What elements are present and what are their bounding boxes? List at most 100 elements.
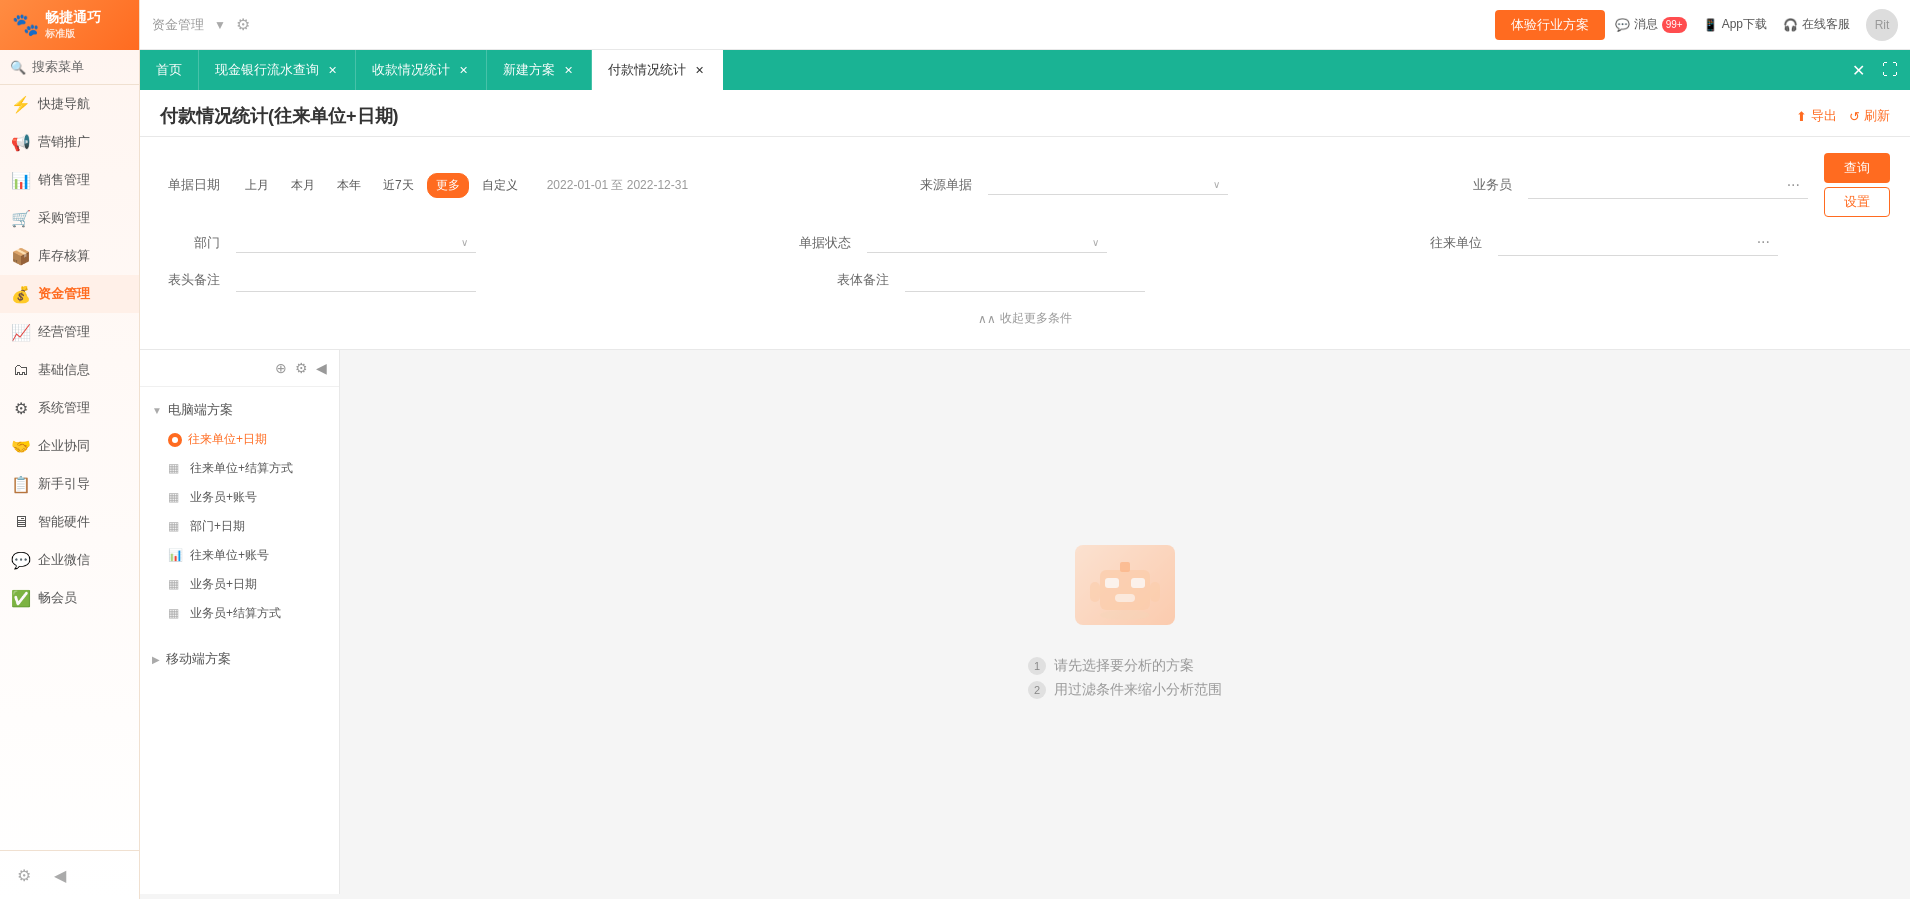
collapse-label: 收起更多条件 <box>1000 310 1072 327</box>
scheme-item-partner-account[interactable]: 📊往来单位+账号 <box>140 541 339 570</box>
fullscreen-btn[interactable]: ⛶ <box>1878 58 1902 82</box>
sidebar-label-wechat: 企业微信 <box>38 551 90 569</box>
desktop-scheme-label: 电脑端方案 <box>168 401 233 419</box>
sidebar-label-marketing: 营销推广 <box>38 133 90 151</box>
add-scheme-btn[interactable]: ⊕ <box>275 360 287 376</box>
setting-button[interactable]: 设置 <box>1824 187 1890 217</box>
mobile-scheme-header[interactable]: ▶ 移动端方案 <box>140 644 339 674</box>
tab-label-home: 首页 <box>156 61 182 79</box>
doc-status-select[interactable]: ∨ <box>867 233 1107 253</box>
svg-rect-1 <box>1105 578 1119 588</box>
last-month-btn[interactable]: 上月 <box>236 173 278 198</box>
sidebar-item-inventory[interactable]: 📦 库存核算 <box>0 237 139 275</box>
tab-new-plan[interactable]: 新建方案✕ <box>487 50 592 90</box>
scheme-radio-partner-date <box>168 433 182 447</box>
sidebar-item-system[interactable]: ⚙ 系统管理 <box>0 389 139 427</box>
sidebar-icon-marketing: 📢 <box>12 133 30 151</box>
panel-collapse-btn[interactable]: ◀ <box>316 360 327 376</box>
messages-badge: 99+ <box>1662 17 1687 33</box>
sidebar-label-guide: 新手引导 <box>38 475 90 493</box>
sidebar-item-member[interactable]: ✅ 畅会员 <box>0 579 139 617</box>
sidebar-label-purchase: 采购管理 <box>38 209 90 227</box>
topbar-breadcrumb: 资金管理 <box>152 16 204 34</box>
online-service-action[interactable]: 🎧 在线客服 <box>1783 16 1850 33</box>
page-header-actions: ⬆ 导出 ↺ 刷新 <box>1796 107 1890 125</box>
sidebar-icon-system: ⚙ <box>12 399 30 417</box>
export-button[interactable]: ⬆ 导出 <box>1796 107 1837 125</box>
sidebar-item-wechat[interactable]: 💬 企业微信 <box>0 541 139 579</box>
sidebar-item-quick-nav[interactable]: ⚡ 快捷导航 <box>0 85 139 123</box>
sidebar-item-smart-hw[interactable]: 🖥 智能硬件 <box>0 503 139 541</box>
sidebar-label-quick-nav: 快捷导航 <box>38 95 90 113</box>
salesperson-ellipsis-icon[interactable]: ··· <box>1787 176 1800 194</box>
sidebar-item-purchase[interactable]: 🛒 采购管理 <box>0 199 139 237</box>
tab-close-new-plan[interactable]: ✕ <box>561 63 575 77</box>
tab-label-receipts: 收款情况统计 <box>372 61 450 79</box>
sidebar-icon-guide: 📋 <box>12 475 30 493</box>
empty-state: 1 请先选择要分析的方案 2 用过滤条件来缩小分析范围 <box>340 350 1910 894</box>
tab-payment-stats[interactable]: 付款情况统计✕ <box>592 50 723 90</box>
body-remark-input[interactable] <box>905 268 1145 292</box>
partner-select[interactable]: ··· <box>1498 229 1778 256</box>
app-download-action[interactable]: 📱 App下载 <box>1703 16 1767 33</box>
more-btn[interactable]: 更多 <box>427 173 469 198</box>
desktop-collapse-icon: ▼ <box>152 405 162 416</box>
sidebar-item-operation[interactable]: 📈 经营管理 <box>0 313 139 351</box>
scheme-item-salesperson-date[interactable]: ▦业务员+日期 <box>140 570 339 599</box>
topbar-settings-icon[interactable]: ⚙ <box>236 15 250 34</box>
this-year-btn[interactable]: 本年 <box>328 173 370 198</box>
sidebar-settings-btn[interactable]: ⚙ <box>10 861 38 889</box>
sidebar-item-cooperation[interactable]: 🤝 企业协同 <box>0 427 139 465</box>
scheme-label-partner-date: 往来单位+日期 <box>188 431 267 448</box>
last-7-days-btn[interactable]: 近7天 <box>374 173 423 198</box>
partner-label: 往来单位 <box>1422 234 1482 252</box>
tabbar-end: ✕ ⛶ <box>1838 50 1910 90</box>
tab-receipts[interactable]: 收款情况统计 ✕ <box>356 50 487 90</box>
dept-select[interactable]: ∨ <box>236 233 476 253</box>
tab-close-payment-stats[interactable]: ✕ <box>692 63 706 77</box>
partner-ellipsis-icon[interactable]: ··· <box>1757 233 1770 251</box>
sidebar-item-sales[interactable]: 📊 销售管理 <box>0 161 139 199</box>
scheme-item-salesperson-settlement[interactable]: ▦业务员+结算方式 <box>140 599 339 628</box>
message-icon: 💬 <box>1615 18 1630 32</box>
scheme-label-salesperson-settlement: 业务员+结算方式 <box>190 605 281 622</box>
header-remark-input[interactable] <box>236 268 476 292</box>
tab-home[interactable]: 首页 <box>140 50 199 90</box>
query-button[interactable]: 查询 <box>1824 153 1890 183</box>
sidebar-item-marketing[interactable]: 📢 营销推广 <box>0 123 139 161</box>
tab-close-cash-flow[interactable]: ✕ <box>325 63 339 77</box>
custom-btn[interactable]: 自定义 <box>473 173 527 198</box>
refresh-button[interactable]: ↺ 刷新 <box>1849 107 1890 125</box>
trial-button[interactable]: 体验行业方案 <box>1495 10 1605 40</box>
logo-icon: 🐾 <box>12 12 39 38</box>
source-select[interactable]: ∨ <box>988 175 1228 195</box>
scheme-item-salesperson-account[interactable]: ▦业务员+账号 <box>140 483 339 512</box>
sidebar-item-basic-info[interactable]: 🗂 基础信息 <box>0 351 139 389</box>
scheme-settings-btn[interactable]: ⚙ <box>295 360 308 376</box>
sidebar-label-cooperation: 企业协同 <box>38 437 90 455</box>
scheme-item-partner-date[interactable]: 往来单位+日期 <box>140 425 339 454</box>
tab-close-receipts[interactable]: ✕ <box>456 63 470 77</box>
tab-cash-flow[interactable]: 现金银行流水查询 ✕ <box>199 50 356 90</box>
user-avatar[interactable]: Rit <box>1866 9 1898 41</box>
close-all-btn[interactable]: ✕ <box>1846 58 1870 82</box>
svg-point-7 <box>1100 610 1150 620</box>
main-content: 资金管理 ▼ ⚙ 体验行业方案 💬 消息 99+ 📱 App下载 🎧 在线客服 … <box>140 0 1910 899</box>
sidebar-logo: 🐾 畅捷通巧 标准版 <box>0 0 139 50</box>
scheme-label-dept-date: 部门+日期 <box>190 518 245 535</box>
scheme-item-partner-settlement[interactable]: ▦往来单位+结算方式 <box>140 454 339 483</box>
desktop-scheme-header[interactable]: ▼ 电脑端方案 <box>140 395 339 425</box>
collapse-more-btn[interactable]: ∧∧ 收起更多条件 <box>958 304 1092 333</box>
avatar-text: Rit <box>1875 18 1890 32</box>
messages-action[interactable]: 💬 消息 99+ <box>1615 16 1687 33</box>
sidebar-item-finance[interactable]: 💰 资金管理 <box>0 275 139 313</box>
tab-label-cash-flow: 现金银行流水查询 <box>215 61 319 79</box>
this-month-btn[interactable]: 本月 <box>282 173 324 198</box>
logo-sub: 标准版 <box>45 27 101 41</box>
empty-tips: 1 请先选择要分析的方案 2 用过滤条件来缩小分析范围 <box>1028 657 1222 699</box>
scheme-item-dept-date[interactable]: ▦部门+日期 <box>140 512 339 541</box>
sidebar-collapse-btn[interactable]: ◀ <box>46 861 74 889</box>
salesperson-select[interactable]: ··· <box>1528 172 1808 199</box>
sidebar-item-guide[interactable]: 📋 新手引导 <box>0 465 139 503</box>
search-menu-item[interactable]: 🔍 搜索菜单 <box>0 50 139 85</box>
